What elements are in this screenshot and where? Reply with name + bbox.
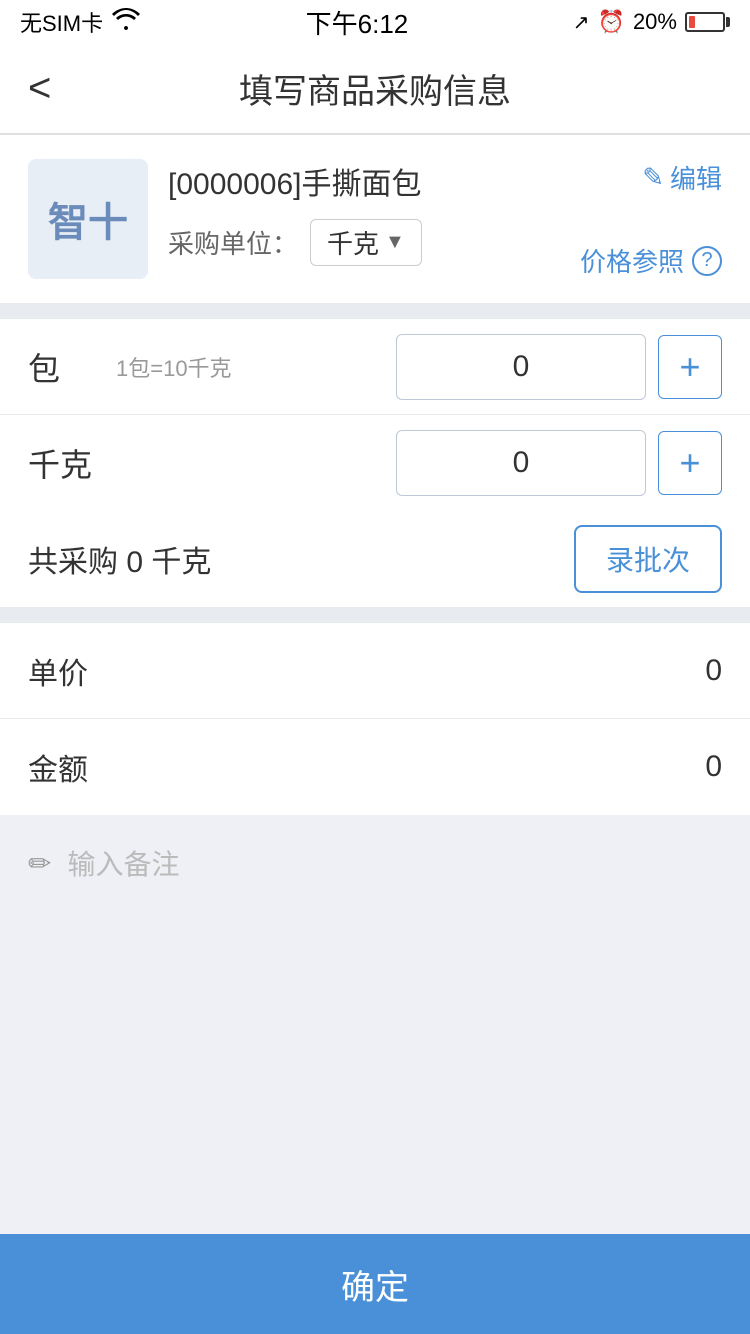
product-name: [0000006]手撕面包 <box>168 159 722 203</box>
unit-price-row: 单价 0 <box>0 623 750 719</box>
unit-prefix: 采购单位： <box>168 224 298 261</box>
remark-section[interactable]: ✏ 输入备注 <box>0 815 750 975</box>
product-logo: 智十 <box>48 190 128 248</box>
status-carrier: 无SIM卡 <box>20 6 141 38</box>
battery-text: 20% <box>633 9 677 35</box>
status-bar: 无SIM卡 下午6:12 ↗ ⏰ 20% <box>0 0 750 44</box>
price-section: 单价 0 金额 0 <box>0 623 750 815</box>
bag-input-row: 包 1包=10千克 0 + <box>0 319 750 415</box>
kg-field-wrap: 0 + <box>108 430 722 496</box>
carrier-text: 无SIM卡 <box>20 6 103 38</box>
page-title: 填写商品采购信息 <box>239 64 511 113</box>
record-batch-button[interactable]: 录批次 <box>574 525 722 593</box>
edit-icon: ✎ <box>642 162 664 193</box>
summary-text: 共采购 0 千克 <box>28 537 211 581</box>
bag-plus-button[interactable]: + <box>658 335 722 399</box>
unit-dropdown[interactable]: 千克 ▼ <box>310 219 422 266</box>
status-time: 下午6:12 <box>306 4 409 41</box>
kg-input-row: 千克 0 + <box>0 415 750 511</box>
remark-placeholder: 输入备注 <box>67 843 179 883</box>
summary-row: 共采购 0 千克 录批次 <box>0 511 750 607</box>
bag-input[interactable]: 0 <box>396 334 646 400</box>
amount-label: 金额 <box>28 745 88 789</box>
unit-price-value: 0 <box>705 654 722 688</box>
location-icon: ↗ <box>573 10 590 35</box>
chevron-down-icon: ▼ <box>385 231 405 254</box>
nav-bar: < 填写商品采购信息 <box>0 44 750 134</box>
unit-value: 千克 <box>327 224 379 261</box>
section-divider-1 <box>0 303 750 319</box>
edit-button[interactable]: ✎ 编辑 <box>642 159 722 196</box>
amount-row: 金额 0 <box>0 719 750 815</box>
confirm-button[interactable]: 确定 <box>0 1234 750 1334</box>
kg-label: 千克 <box>28 440 108 486</box>
help-icon: ? <box>692 246 722 276</box>
bag-field-wrap: 0 + <box>232 334 722 400</box>
amount-value: 0 <box>705 750 722 784</box>
back-button[interactable]: < <box>28 66 51 111</box>
battery-icon <box>685 12 730 32</box>
status-right: ↗ ⏰ 20% <box>573 9 730 35</box>
bag-label: 包 <box>28 344 108 390</box>
alarm-icon: ⏰ <box>598 9 625 35</box>
wifi-icon <box>111 8 141 36</box>
pencil-icon: ✏ <box>28 847 51 880</box>
bag-sub-label: 1包=10千克 <box>116 351 232 383</box>
price-ref-button[interactable]: 价格参照 ? <box>580 242 722 279</box>
input-section: 包 1包=10千克 0 + 千克 0 + <box>0 319 750 511</box>
section-divider-2 <box>0 607 750 623</box>
unit-price-label: 单价 <box>28 649 88 693</box>
product-image: 智十 <box>28 159 148 279</box>
kg-input[interactable]: 0 <box>396 430 646 496</box>
product-card: 智十 [0000006]手撕面包 采购单位： 千克 ▼ ✎ 编辑 价格参照 ? <box>0 135 750 303</box>
kg-plus-button[interactable]: + <box>658 431 722 495</box>
